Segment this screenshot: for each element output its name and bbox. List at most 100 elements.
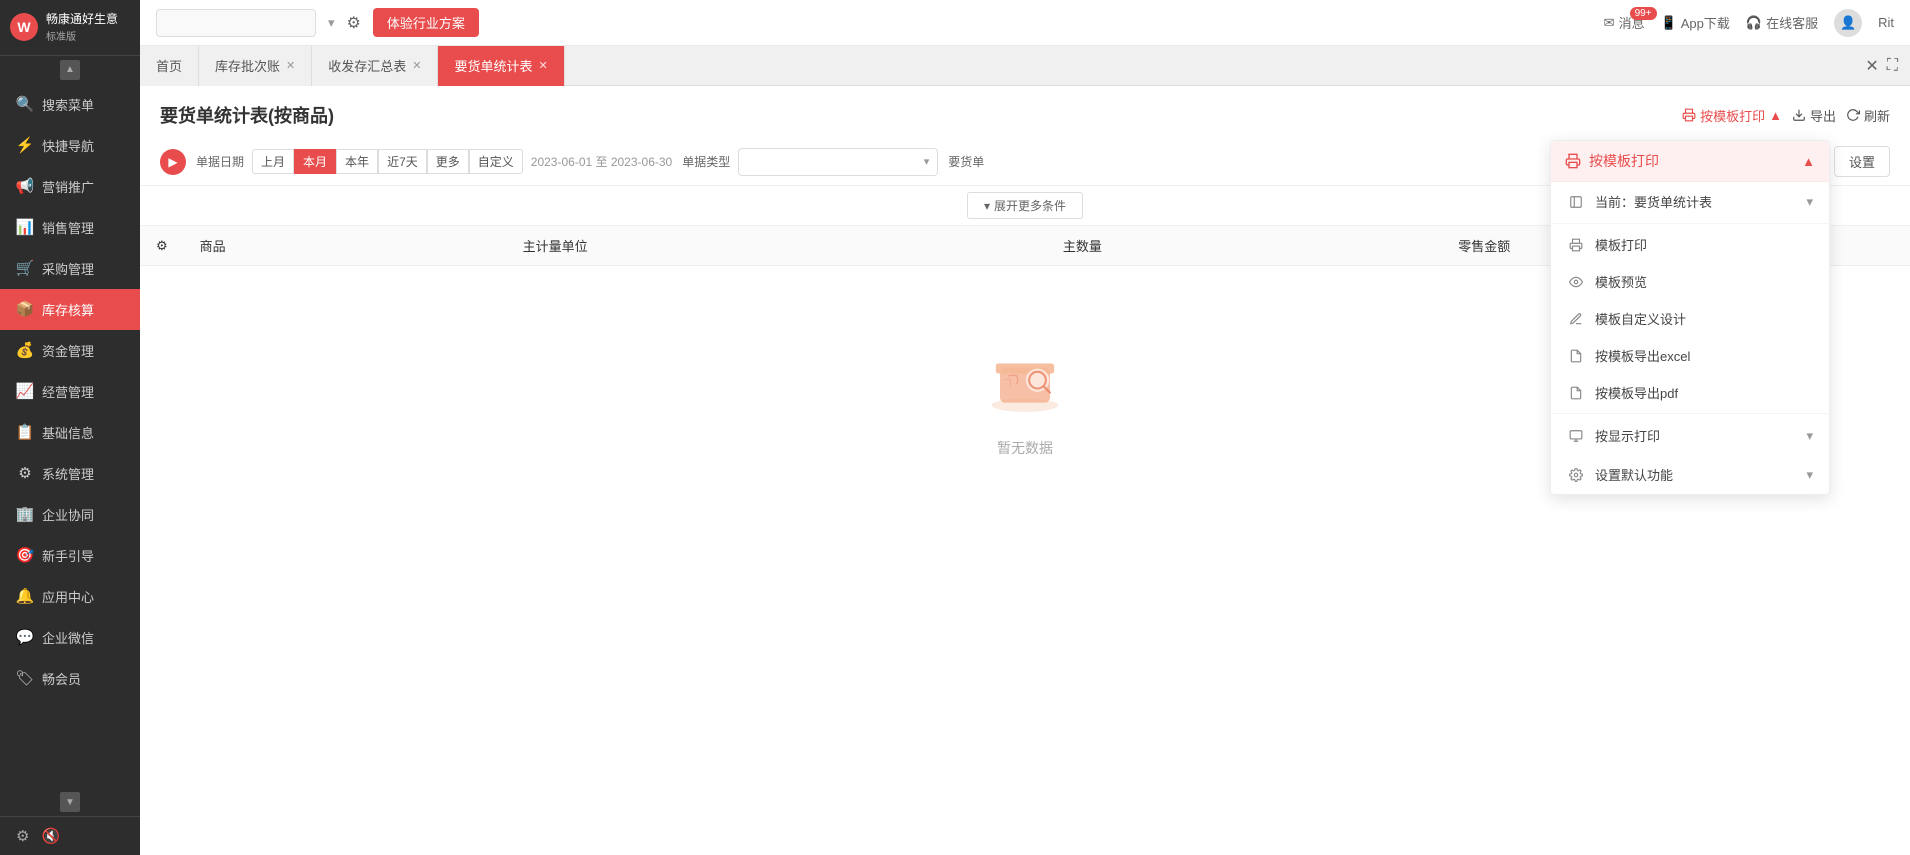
th-product: 商品	[184, 226, 507, 266]
service-label: 在线客服	[1766, 13, 1818, 32]
refresh-icon	[1846, 108, 1860, 122]
sidebar-nav: 🔍 搜索菜单 ⚡ 快捷导航 📢 营销推广 📊 销售管理 🛒 采购管理 📦 库存核…	[0, 84, 140, 788]
sidebar-item-operation[interactable]: 📈 经营管理	[0, 371, 140, 412]
current-template-icon	[1567, 193, 1585, 211]
app-download-button[interactable]: 📱 App下载	[1661, 13, 1730, 32]
th-settings[interactable]: ⚙	[140, 226, 184, 266]
sidebar-scroll-up[interactable]: ▲	[0, 56, 140, 84]
filter-expand-icon[interactable]: ▶	[160, 149, 186, 175]
dropdown-item-template-pdf[interactable]: 按模板导出pdf	[1551, 374, 1829, 411]
user-avatar[interactable]: 👤	[1834, 9, 1862, 37]
bell-icon: 🔔	[16, 587, 34, 605]
sidebar-item-finance[interactable]: 💰 资金管理	[0, 330, 140, 371]
type-select[interactable]: ▾	[738, 148, 938, 176]
sidebar-item-label: 应用中心	[42, 587, 94, 606]
date-btn-this-month[interactable]: 本月	[294, 149, 336, 174]
topbar: ▾ ⚙ 体验行业方案 ✉ 消息 99+ 📱 App下载 🎧 在线客服 👤 Rit	[140, 0, 1910, 46]
tab-home-label: 首页	[156, 56, 182, 75]
dropdown-item-template-custom[interactable]: 模板自定义设计	[1551, 300, 1829, 337]
export-icon	[1792, 108, 1806, 122]
online-service-button[interactable]: 🎧 在线客服	[1746, 13, 1818, 32]
app-name: 畅康通好生意	[46, 12, 118, 28]
tab-controls: ✕ ⛶	[1865, 56, 1910, 76]
settings-button[interactable]: 设置	[1834, 146, 1890, 177]
expand-more-label: 展开更多条件	[994, 197, 1066, 214]
date-btn-custom[interactable]: 自定义	[469, 149, 523, 174]
date-btn-this-year[interactable]: 本年	[336, 149, 378, 174]
tag-icon: 🏷	[16, 669, 34, 687]
tab-batch-account[interactable]: 库存批次账 ✕	[199, 46, 312, 86]
sidebar-item-appstore[interactable]: 🔔 应用中心	[0, 576, 140, 617]
sidebar-item-wechat[interactable]: 💬 企业微信	[0, 617, 140, 658]
sidebar-item-purchase[interactable]: 🛒 采购管理	[0, 248, 140, 289]
scroll-down-arrow[interactable]: ▼	[60, 792, 80, 812]
dropdown-close-icon[interactable]: ▲	[1802, 154, 1815, 169]
topbar-gear-icon[interactable]: ⚙	[347, 13, 361, 33]
tab-receipt-summary[interactable]: 收发存汇总表 ✕	[312, 46, 438, 86]
dropdown-current-item[interactable]: 当前：要货单统计表 ▾	[1551, 182, 1829, 221]
dropdown-item-template-print[interactable]: 模板打印	[1551, 226, 1829, 263]
settings-icon[interactable]: ⚙	[16, 827, 29, 845]
sound-icon[interactable]: 🔇	[41, 827, 60, 845]
sidebar-item-shortcut[interactable]: ⚡ 快捷导航	[0, 125, 140, 166]
sidebar-item-search[interactable]: 🔍 搜索菜单	[0, 84, 140, 125]
username-label[interactable]: Rit	[1878, 15, 1894, 30]
dropdown-divider-1	[1551, 223, 1829, 224]
close-all-icon[interactable]: ✕	[1865, 56, 1878, 76]
sidebar-item-label: 快捷导航	[42, 136, 94, 155]
message-icon: ✉	[1604, 15, 1615, 31]
sidebar-item-label: 系统管理	[42, 464, 94, 483]
tab-receipt-close-icon[interactable]: ✕	[412, 59, 421, 72]
template-design-icon	[1567, 310, 1585, 328]
trial-button[interactable]: 体验行业方案	[373, 8, 479, 37]
sidebar-item-sales[interactable]: 📊 销售管理	[0, 207, 140, 248]
tab-order-close-icon[interactable]: ✕	[539, 59, 548, 72]
current-chevron-icon: ▾	[1806, 194, 1813, 210]
sidebar-item-label: 畅会员	[42, 669, 81, 688]
sidebar-item-marketing[interactable]: 📢 营销推广	[0, 166, 140, 207]
tab-order-stats[interactable]: 要货单统计表 ✕	[438, 46, 564, 86]
display-print-label: 按显示打印	[1595, 426, 1660, 445]
megaphone-icon: 📢	[16, 177, 34, 195]
clipboard-icon: 📋	[16, 423, 34, 441]
money-icon: 💰	[16, 341, 34, 359]
expand-more-button[interactable]: ▾ 展开更多条件	[967, 192, 1083, 219]
date-buttons: 上月 本月 本年 近7天 更多 自定义	[252, 149, 523, 174]
scroll-up-arrow[interactable]: ▲	[60, 60, 80, 80]
date-btn-last-month[interactable]: 上月	[252, 149, 294, 174]
expand-tabs-icon[interactable]: ⛶	[1887, 57, 1898, 75]
current-template-label: 当前：要货单统计表	[1595, 192, 1712, 211]
export-button[interactable]: 导出	[1792, 106, 1836, 125]
date-btn-last-7[interactable]: 近7天	[378, 149, 427, 174]
date-btn-more[interactable]: 更多	[427, 149, 469, 174]
message-badge: 99+	[1630, 7, 1657, 20]
column-settings-icon[interactable]: ⚙	[156, 238, 168, 253]
search-chevron-icon[interactable]: ▾	[328, 15, 335, 31]
search-input[interactable]	[156, 9, 316, 37]
sidebar-item-label: 搜索菜单	[42, 95, 94, 114]
tab-batch-close-icon[interactable]: ✕	[286, 59, 295, 72]
sidebar-item-system[interactable]: ⚙ 系统管理	[0, 453, 140, 494]
sidebar-item-inventory[interactable]: 📦 库存核算	[0, 289, 140, 330]
dropdown-item-set-default[interactable]: 设置默认功能 ▾	[1551, 455, 1829, 494]
sidebar-item-label: 新手引导	[42, 546, 94, 565]
type-select-chevron: ▾	[924, 155, 930, 168]
dropdown-item-display-print[interactable]: 按显示打印 ▾	[1551, 416, 1829, 455]
sidebar-item-guide[interactable]: 🎯 新手引导	[0, 535, 140, 576]
sidebar-item-member[interactable]: 🏷 畅会员	[0, 658, 140, 699]
sidebar-item-corp[interactable]: 🏢 企业协同	[0, 494, 140, 535]
print-button[interactable]: 按模板打印 ▲	[1682, 106, 1782, 125]
template-preview-label: 模板预览	[1595, 272, 1647, 291]
sidebar-scroll-down[interactable]: ▼	[0, 788, 140, 816]
tab-home[interactable]: 首页	[140, 46, 199, 86]
display-print-chevron-icon: ▾	[1806, 428, 1813, 444]
sidebar-item-basic[interactable]: 📋 基础信息	[0, 412, 140, 453]
chart-icon: 📊	[16, 218, 34, 236]
dropdown-item-template-excel[interactable]: 按模板导出excel	[1551, 337, 1829, 374]
th-unit: 主计量单位	[507, 226, 1047, 266]
app-logo-icon: W	[10, 13, 38, 41]
refresh-button[interactable]: 刷新	[1846, 106, 1890, 125]
message-button[interactable]: ✉ 消息 99+	[1604, 13, 1645, 32]
building-icon: 🏢	[16, 505, 34, 523]
dropdown-item-template-preview[interactable]: 模板预览	[1551, 263, 1829, 300]
